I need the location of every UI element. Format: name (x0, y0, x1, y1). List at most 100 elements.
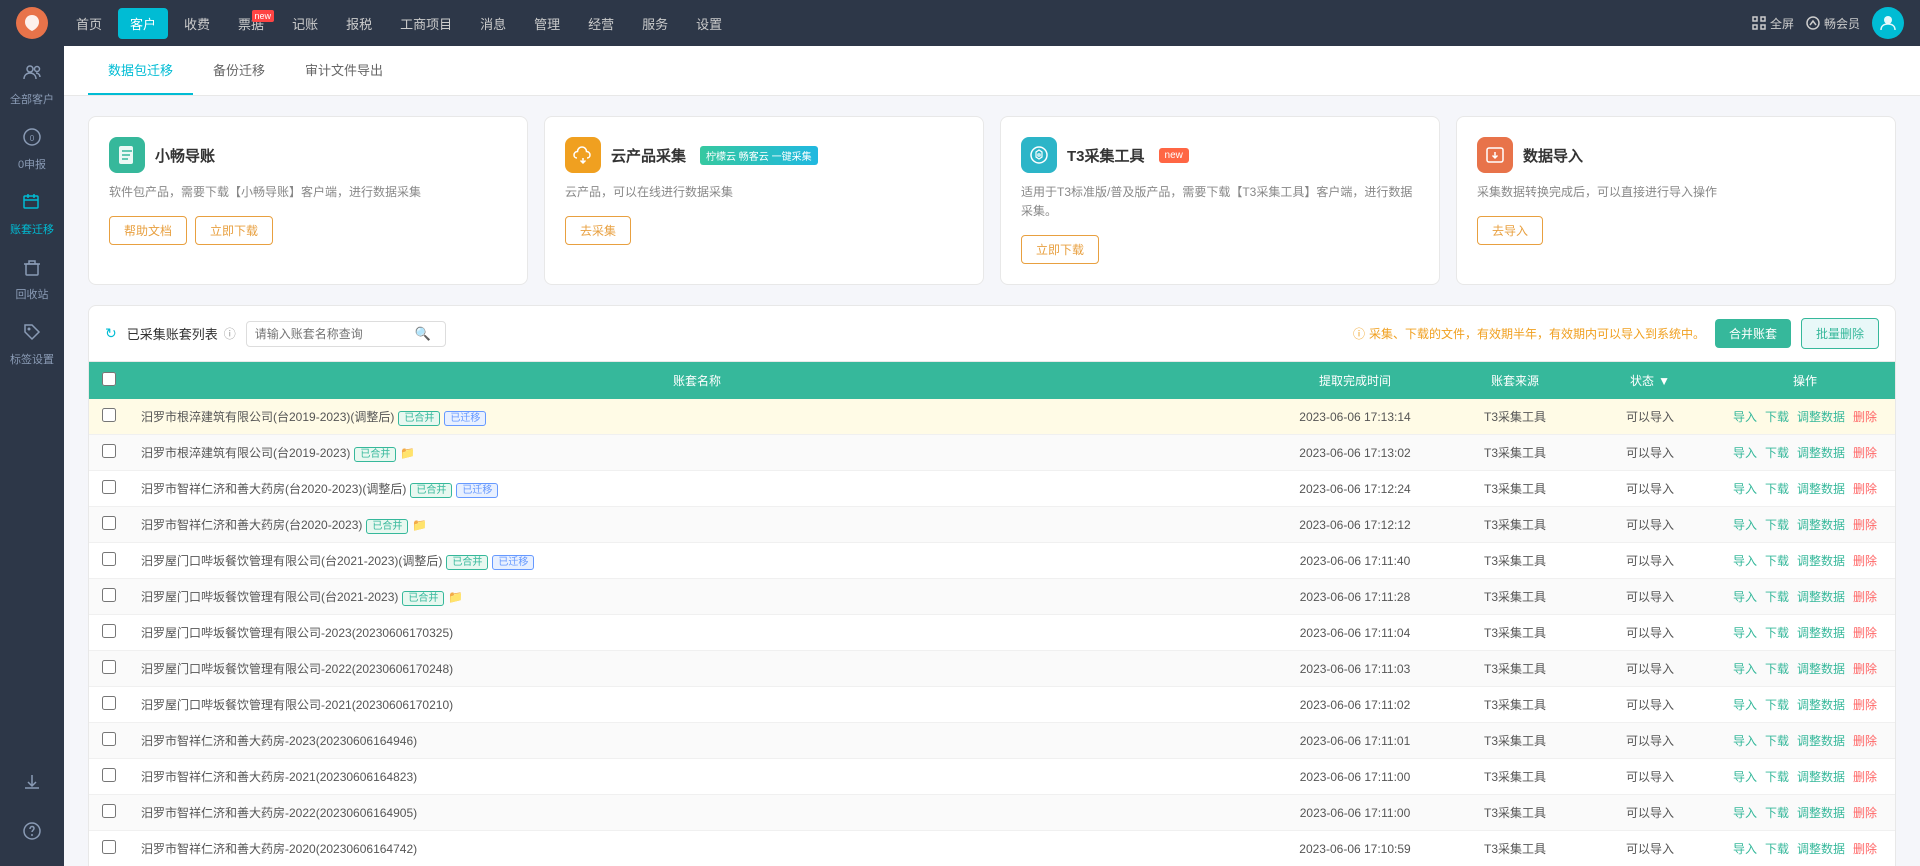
action-btn-导入[interactable]: 导入 (1733, 842, 1757, 856)
action-btn-下载[interactable]: 下载 (1765, 770, 1789, 784)
download-now-button-1[interactable]: 立即下载 (195, 216, 273, 245)
action-btn-调整数据[interactable]: 调整数据 (1797, 734, 1845, 748)
action-btn-删除[interactable]: 删除 (1853, 806, 1877, 820)
row-checkbox[interactable] (102, 516, 116, 530)
action-btn-删除[interactable]: 删除 (1853, 554, 1877, 568)
action-btn-删除[interactable]: 删除 (1853, 482, 1877, 496)
row-checkbox[interactable] (102, 768, 116, 782)
action-btn-下载[interactable]: 下载 (1765, 806, 1789, 820)
action-btn-导入[interactable]: 导入 (1733, 554, 1757, 568)
action-btn-导入[interactable]: 导入 (1733, 446, 1757, 460)
action-btn-删除[interactable]: 删除 (1853, 446, 1877, 460)
row-checkbox[interactable] (102, 624, 116, 638)
nav-accounting[interactable]: 记账 (280, 8, 330, 39)
help-doc-button[interactable]: 帮助文档 (109, 216, 187, 245)
select-all-checkbox[interactable] (102, 372, 116, 386)
action-btn-删除[interactable]: 删除 (1853, 518, 1877, 532)
action-btn-下载[interactable]: 下载 (1765, 698, 1789, 712)
action-btn-调整数据[interactable]: 调整数据 (1797, 662, 1845, 676)
download-icon[interactable] (14, 764, 50, 805)
action-btn-导入[interactable]: 导入 (1733, 662, 1757, 676)
tab-audit-export[interactable]: 审计文件导出 (285, 46, 403, 95)
go-collect-button[interactable]: 去采集 (565, 216, 631, 245)
action-btn-下载[interactable]: 下载 (1765, 554, 1789, 568)
sidebar-item-all-customers[interactable]: 全部客户 (4, 54, 60, 115)
nav-operation[interactable]: 经营 (576, 8, 626, 39)
nav-business[interactable]: 工商项目 (388, 8, 464, 39)
th-status[interactable]: 状态 ▼ (1585, 362, 1715, 399)
nav-ticket[interactable]: 票据new (226, 8, 276, 39)
action-btn-删除[interactable]: 删除 (1853, 590, 1877, 604)
action-btn-导入[interactable]: 导入 (1733, 806, 1757, 820)
action-btn-下载[interactable]: 下载 (1765, 662, 1789, 676)
sidebar-item-tag-settings[interactable]: 标签设置 (4, 314, 60, 375)
action-btn-删除[interactable]: 删除 (1853, 410, 1877, 424)
action-btn-删除[interactable]: 删除 (1853, 770, 1877, 784)
tab-data-migration[interactable]: 数据包迁移 (88, 46, 193, 95)
row-checkbox[interactable] (102, 408, 116, 422)
nav-service[interactable]: 服务 (630, 8, 680, 39)
go-import-button[interactable]: 去导入 (1477, 216, 1543, 245)
action-btn-调整数据[interactable]: 调整数据 (1797, 842, 1845, 856)
action-btn-导入[interactable]: 导入 (1733, 518, 1757, 532)
search-input[interactable] (255, 327, 415, 341)
action-btn-导入[interactable]: 导入 (1733, 770, 1757, 784)
action-btn-删除[interactable]: 删除 (1853, 842, 1877, 856)
action-btn-下载[interactable]: 下载 (1765, 842, 1789, 856)
row-checkbox[interactable] (102, 804, 116, 818)
tab-backup-migration[interactable]: 备份迁移 (193, 46, 285, 95)
nav-message[interactable]: 消息 (468, 8, 518, 39)
nav-manage[interactable]: 管理 (522, 8, 572, 39)
row-checkbox[interactable] (102, 732, 116, 746)
user-avatar[interactable] (1872, 7, 1904, 39)
action-btn-调整数据[interactable]: 调整数据 (1797, 626, 1845, 640)
member-button[interactable]: 畅会员 (1806, 15, 1860, 32)
refresh-icon[interactable]: ↻ (105, 325, 117, 342)
fullscreen-button[interactable]: 全屏 (1752, 15, 1794, 32)
search-submit-icon[interactable]: 🔍 (415, 326, 431, 342)
action-btn-删除[interactable]: 删除 (1853, 734, 1877, 748)
action-btn-导入[interactable]: 导入 (1733, 410, 1757, 424)
action-btn-删除[interactable]: 删除 (1853, 662, 1877, 676)
action-btn-调整数据[interactable]: 调整数据 (1797, 554, 1845, 568)
nav-customer[interactable]: 客户 (118, 8, 168, 39)
sidebar-item-recycle[interactable]: 回收站 (4, 249, 60, 310)
help-icon[interactable] (14, 813, 50, 854)
action-btn-导入[interactable]: 导入 (1733, 734, 1757, 748)
action-btn-调整数据[interactable]: 调整数据 (1797, 806, 1845, 820)
action-btn-调整数据[interactable]: 调整数据 (1797, 518, 1845, 532)
action-btn-导入[interactable]: 导入 (1733, 482, 1757, 496)
merge-accounts-button[interactable]: 合并账套 (1715, 319, 1791, 348)
action-btn-下载[interactable]: 下载 (1765, 734, 1789, 748)
row-checkbox[interactable] (102, 444, 116, 458)
action-btn-删除[interactable]: 删除 (1853, 698, 1877, 712)
action-btn-调整数据[interactable]: 调整数据 (1797, 446, 1845, 460)
action-btn-导入[interactable]: 导入 (1733, 590, 1757, 604)
action-btn-调整数据[interactable]: 调整数据 (1797, 590, 1845, 604)
nav-settings[interactable]: 设置 (684, 8, 734, 39)
action-btn-删除[interactable]: 删除 (1853, 626, 1877, 640)
row-checkbox[interactable] (102, 840, 116, 854)
row-checkbox[interactable] (102, 588, 116, 602)
nav-fee[interactable]: 收费 (172, 8, 222, 39)
help-circle-icon[interactable]: ⓘ (224, 325, 236, 342)
action-btn-下载[interactable]: 下载 (1765, 446, 1789, 460)
sidebar-item-account-migration[interactable]: 账套迁移 (4, 184, 60, 245)
row-checkbox[interactable] (102, 552, 116, 566)
row-checkbox[interactable] (102, 480, 116, 494)
action-btn-下载[interactable]: 下载 (1765, 626, 1789, 640)
action-btn-下载[interactable]: 下载 (1765, 590, 1789, 604)
action-btn-下载[interactable]: 下载 (1765, 518, 1789, 532)
action-btn-调整数据[interactable]: 调整数据 (1797, 410, 1845, 424)
sidebar-item-zero-report[interactable]: 0 0申报 (4, 119, 60, 180)
batch-delete-button[interactable]: 批量删除 (1801, 318, 1879, 349)
action-btn-下载[interactable]: 下载 (1765, 410, 1789, 424)
action-btn-导入[interactable]: 导入 (1733, 698, 1757, 712)
action-btn-调整数据[interactable]: 调整数据 (1797, 482, 1845, 496)
row-checkbox[interactable] (102, 660, 116, 674)
nav-tax[interactable]: 报税 (334, 8, 384, 39)
download-now-button-3[interactable]: 立即下载 (1021, 235, 1099, 264)
nav-home[interactable]: 首页 (64, 8, 114, 39)
action-btn-导入[interactable]: 导入 (1733, 626, 1757, 640)
action-btn-调整数据[interactable]: 调整数据 (1797, 698, 1845, 712)
